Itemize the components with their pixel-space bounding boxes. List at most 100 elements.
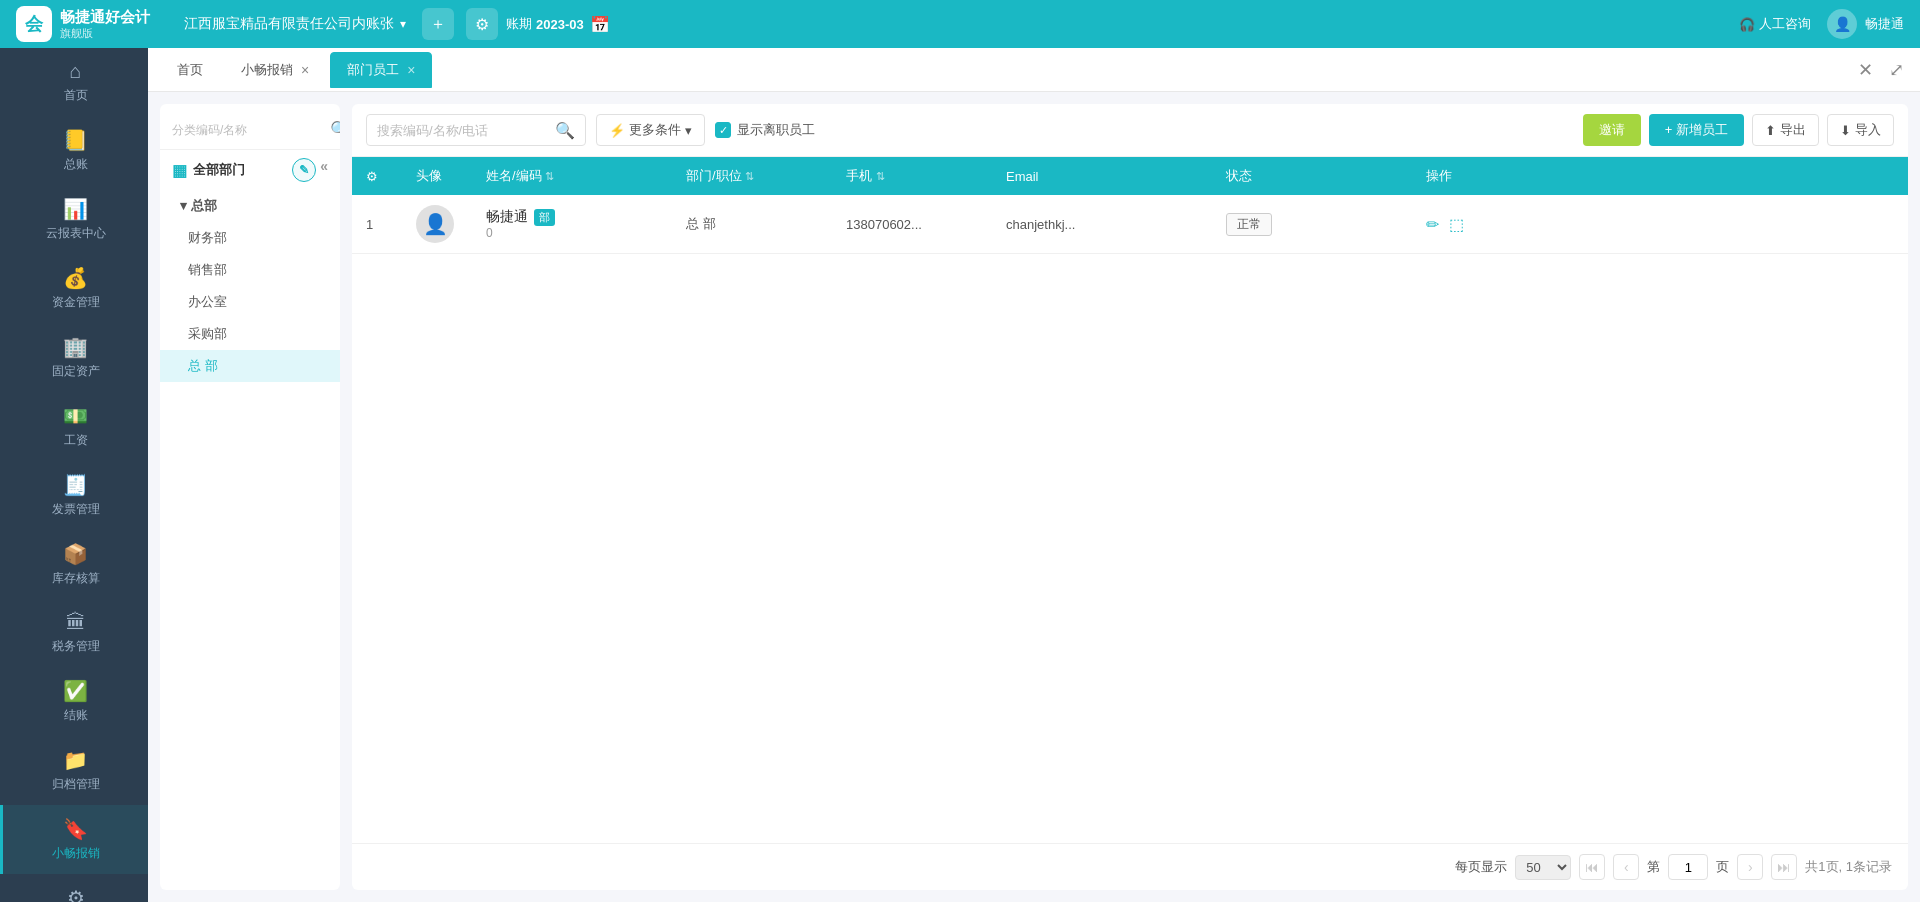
import-button[interactable]: ⬇ 导入 <box>1827 114 1894 146</box>
period-value: 2023-03 <box>536 17 584 32</box>
content-area: 首页 小畅报销 × 部门员工 × ✕ ⤢ 🔍 <box>148 48 1920 902</box>
sidebar-item-invoice[interactable]: 🧾 发票管理 <box>0 461 148 530</box>
sidebar-item-salary[interactable]: 💵 工资 <box>0 392 148 461</box>
col-mobile[interactable]: 手机 <box>832 157 992 195</box>
header-actions: ＋ ⚙ <box>422 8 498 40</box>
sidebar-item-fixed[interactable]: 🏢 固定资产 <box>0 323 148 392</box>
emp-search-input[interactable] <box>377 123 549 138</box>
page-label: 第 <box>1647 858 1660 876</box>
dept-search-icon[interactable]: 🔍 <box>330 120 340 139</box>
dept-edit-icon: ✎ <box>299 163 309 177</box>
emp-table: ⚙ 头像 姓名/编码 部门/职位 <box>352 157 1908 254</box>
prev-page-button[interactable]: ‹ <box>1613 854 1639 880</box>
sidebar-item-checkout[interactable]: ✅ 结账 <box>0 667 148 736</box>
sidebar-item-ledger[interactable]: 📒 总账 <box>0 116 148 185</box>
company-selector[interactable]: 江西服宝精品有限责任公司内账张 ▾ <box>184 15 406 33</box>
dept-search-input[interactable] <box>172 123 322 137</box>
tab-expense-label: 小畅报销 <box>241 61 293 79</box>
cell-seq: 1 <box>352 195 402 254</box>
headset-icon: 🎧 <box>1739 17 1755 32</box>
cell-email: chanjethkj... <box>992 195 1212 254</box>
dept-item-purchase[interactable]: 采购部 <box>160 318 340 350</box>
col-dept-pos[interactable]: 部门/职位 <box>672 157 832 195</box>
tab-home[interactable]: 首页 <box>160 52 220 88</box>
col-name-code[interactable]: 姓名/编码 <box>472 157 672 195</box>
status-badge: 正常 <box>1226 213 1272 236</box>
support-button[interactable]: 🎧 人工咨询 <box>1739 15 1811 33</box>
dept-panel: 🔍 ▦ 全部部门 ✎ « ▾ 总部 <box>160 104 340 890</box>
col-email: Email <box>992 157 1212 195</box>
dept-grid-icon: ▦ <box>172 161 187 180</box>
calendar-icon[interactable]: 📅 <box>590 15 610 34</box>
add-button[interactable]: ＋ <box>422 8 454 40</box>
emp-code: 0 <box>486 226 658 240</box>
sidebar-label-ledger: 总账 <box>64 156 88 173</box>
invite-button[interactable]: 邀请 <box>1583 114 1641 146</box>
cell-status: 正常 <box>1212 195 1412 254</box>
search-icon[interactable]: 🔍 <box>555 121 575 140</box>
last-page-button[interactable]: ⏭ <box>1771 854 1797 880</box>
tab-expense[interactable]: 小畅报销 × <box>224 52 326 88</box>
tab-dept-emp[interactable]: 部门员工 × <box>330 52 432 88</box>
dept-tree: ▾ 总部 财务部 销售部 办公室 采购部 总 部 <box>160 190 340 382</box>
col-status: 状态 <box>1212 157 1412 195</box>
edit-button[interactable]: ✏ <box>1426 215 1439 234</box>
expense-icon: 🔖 <box>63 817 88 841</box>
period-label: 账期 <box>506 15 532 33</box>
dept-all-header[interactable]: ▦ 全部部门 ✎ « <box>160 150 340 190</box>
pagination: 每页显示 50 20 100 ⏮ ‹ 第 页 › ⏭ 共1页, 1条记录 <box>352 843 1908 890</box>
user-area[interactable]: 👤 畅捷通 <box>1827 9 1904 39</box>
dept-item-finance[interactable]: 财务部 <box>160 222 340 254</box>
tab-expense-close[interactable]: × <box>301 62 309 78</box>
first-page-button[interactable]: ⏮ <box>1579 854 1605 880</box>
table-header-row: ⚙ 头像 姓名/编码 部门/职位 <box>352 157 1908 195</box>
show-resign-checkbox[interactable]: ✓ <box>715 122 731 138</box>
app-sub: 旗舰版 <box>60 26 150 41</box>
invoice-icon: 🧾 <box>63 473 88 497</box>
add-employee-button[interactable]: + 新增员工 <box>1649 114 1744 146</box>
sidebar-item-archive[interactable]: 📁 归档管理 <box>0 736 148 805</box>
toolbar-right: 邀请 + 新增员工 ⬆ 导出 ⬇ 导入 <box>1583 114 1894 146</box>
sidebar-item-inventory[interactable]: 📦 库存核算 <box>0 530 148 599</box>
dept-all-label: 全部部门 <box>193 161 245 179</box>
main-container: ⌂ 首页 📒 总账 📊 云报表中心 💰 资金管理 🏢 固定资产 💵 工资 🧾 发… <box>0 48 1920 902</box>
sidebar-label-checkout: 结账 <box>64 707 88 724</box>
window-expand-button[interactable]: ⤢ <box>1885 55 1908 85</box>
page-input[interactable] <box>1668 854 1708 880</box>
dept-edit-button[interactable]: ✎ <box>292 158 316 182</box>
filter-button[interactable]: ⚡ 更多条件 ▾ <box>596 114 705 146</box>
settings-button[interactable]: ⚙ <box>466 8 498 40</box>
sidebar-item-reports[interactable]: 📊 云报表中心 <box>0 185 148 254</box>
sidebar-item-settings[interactable]: ⚙ 基础设置 <box>0 874 148 902</box>
logo-icon: 会 <box>16 6 52 42</box>
show-resign-area: ✓ 显示离职员工 <box>715 121 815 139</box>
tabs-right: ✕ ⤢ <box>1854 55 1908 85</box>
page-suffix: 页 <box>1716 858 1729 876</box>
sidebar-item-expense[interactable]: 🔖 小畅报销 <box>0 805 148 874</box>
window-close-button[interactable]: ✕ <box>1854 55 1877 85</box>
tab-dept-emp-close[interactable]: × <box>407 62 415 78</box>
export-button[interactable]: ⬆ 导出 <box>1752 114 1819 146</box>
export-label: 导出 <box>1780 121 1806 139</box>
dept-item-hq[interactable]: 总 部 <box>160 350 340 382</box>
dept-item-office[interactable]: 办公室 <box>160 286 340 318</box>
cell-actions: ✏ ⬚ <box>1412 195 1908 254</box>
per-page-select[interactable]: 50 20 100 <box>1515 855 1571 880</box>
next-page-button[interactable]: › <box>1737 854 1763 880</box>
delete-button[interactable]: ⬚ <box>1449 215 1464 234</box>
col-avatar: 头像 <box>402 157 472 195</box>
sidebar-item-home[interactable]: ⌂ 首页 <box>0 48 148 116</box>
dept-item-sales[interactable]: 销售部 <box>160 254 340 286</box>
sidebar-item-funds[interactable]: 💰 资金管理 <box>0 254 148 323</box>
emp-table-wrap: ⚙ 头像 姓名/编码 部门/职位 <box>352 157 1908 843</box>
emp-avatar-0: 👤 <box>416 205 454 243</box>
col-settings[interactable]: ⚙ <box>352 157 402 195</box>
archive-icon: 📁 <box>63 748 88 772</box>
user-avatar: 👤 <box>1827 9 1857 39</box>
sidebar-item-tax[interactable]: 🏛 税务管理 <box>0 599 148 667</box>
emp-name-area: 畅捷通 部 <box>486 208 658 226</box>
dept-collapse-button[interactable]: « <box>320 158 328 182</box>
emp-dept-badge: 部 <box>534 209 555 226</box>
dept-item-total[interactable]: ▾ 总部 <box>160 190 340 222</box>
add-emp-label: + 新增员工 <box>1665 121 1728 139</box>
